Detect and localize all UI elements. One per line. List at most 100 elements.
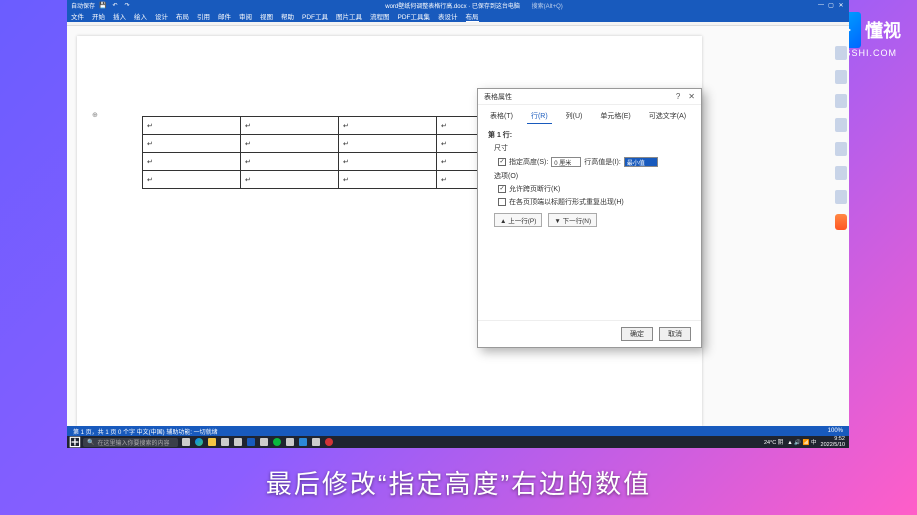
maximize-icon[interactable]: ▢ [827, 1, 835, 9]
specify-height-label: 指定高度(S): [509, 157, 548, 167]
dialog-help-icon[interactable]: ? [676, 92, 680, 101]
tab-pdf-tools[interactable]: PDF工具集 [398, 11, 431, 21]
side-panel-icon[interactable] [835, 46, 847, 60]
app-icon[interactable] [299, 438, 307, 446]
brand-name: 懂视 [865, 17, 901, 43]
dialog-close-icon[interactable]: ✕ [688, 92, 695, 101]
window-titlebar: 自动保存 💾 ↶ ↷ word壁纸何调整表格行高.docx · 已保存到这台电脑… [67, 0, 849, 10]
dialog-tab-cell[interactable]: 单元格(E) [596, 109, 634, 124]
table-row: ↵↵↵↵ [143, 117, 535, 135]
app-icon[interactable] [234, 438, 242, 446]
row-number-label: 第 1 行: [488, 130, 691, 140]
dialog-tab-alttext[interactable]: 可选文字(A) [645, 109, 690, 124]
explorer-icon[interactable] [208, 438, 216, 446]
document-title: word壁纸何调整表格行高.docx · 已保存到这台电脑 [385, 4, 520, 10]
repeat-header-label: 在各页顶端以标题行形式重复出现(H) [509, 197, 624, 207]
autosave-label: 自动保存 [71, 1, 95, 10]
dialog-titlebar: 表格属性 ? ✕ [478, 89, 701, 105]
height-type-label: 行高值是(I): [584, 157, 621, 167]
table-properties-dialog: 表格属性 ? ✕ 表格(T) 行(R) 列(U) 单元格(E) 可选文字(A) … [477, 88, 702, 348]
table-row: ↵↵↵↵ [143, 153, 535, 171]
dialog-footer: 确定 取消 [478, 320, 701, 347]
dialog-tab-column[interactable]: 列(U) [562, 109, 587, 124]
tab-flowchart[interactable]: 流程图 [370, 11, 390, 21]
tab-references[interactable]: 引用 [197, 11, 210, 21]
ribbon-tabs: 文件 开始 插入 绘入 设计 布局 引用 邮件 审阅 视图 帮助 PDF工具 图… [67, 10, 849, 22]
app-icon[interactable] [286, 438, 294, 446]
word-window: 自动保存 💾 ↶ ↷ word壁纸何调整表格行高.docx · 已保存到这台电脑… [67, 0, 849, 448]
tab-file[interactable]: 文件 [71, 11, 84, 21]
tab-draw[interactable]: 绘入 [134, 11, 147, 21]
zoom-level[interactable]: 100% [828, 428, 843, 434]
search-hint[interactable]: 搜索(Alt+Q) [532, 4, 563, 10]
status-left: 第 1 页，共 1 页 0 个字 中文(中国) 辅助功能: 一切就绪 [73, 427, 218, 436]
prev-row-button[interactable]: ▲ 上一行(P) [494, 213, 542, 227]
side-panel-icon[interactable] [835, 118, 847, 132]
size-label: 尺寸 [494, 143, 691, 153]
app-icon[interactable] [221, 438, 229, 446]
specify-height-checkbox[interactable]: ✓ [498, 158, 506, 166]
save-icon[interactable]: 💾 [99, 1, 107, 9]
edge-icon[interactable] [195, 438, 203, 446]
windows-taskbar: ⊞ 🔍 在这里输入你要搜索的内容 24°C 阴 ▲ 🔊 📶 中 9:52 202… [67, 436, 849, 448]
system-tray: 24°C 阴 ▲ 🔊 📶 中 9:52 2022/5/10 [764, 436, 845, 448]
search-placeholder: 在这里输入你要搜索的内容 [97, 438, 169, 447]
allow-break-label: 允许跨页断行(K) [509, 184, 560, 194]
tab-insert[interactable]: 插入 [113, 11, 126, 21]
side-panel-icon[interactable] [835, 94, 847, 108]
tab-layout[interactable]: 布局 [176, 11, 189, 21]
record-icon[interactable] [325, 438, 333, 446]
right-sidebar [833, 46, 849, 230]
taskbar-search[interactable]: 🔍 在这里输入你要搜索的内容 [83, 438, 178, 447]
tab-design[interactable]: 设计 [155, 11, 168, 21]
dialog-tab-row[interactable]: 行(R) [527, 109, 552, 124]
video-caption: 最后修改“指定高度”右边的数值 [0, 464, 917, 501]
side-panel-icon[interactable] [835, 190, 847, 204]
side-panel-icon[interactable] [835, 166, 847, 180]
side-panel-gift-icon[interactable] [835, 214, 847, 230]
wechat-icon[interactable] [273, 438, 281, 446]
tab-picture-tools[interactable]: 图片工具 [336, 11, 362, 21]
taskview-icon[interactable] [182, 438, 190, 446]
word-icon[interactable] [247, 438, 255, 446]
undo-icon[interactable]: ↶ [111, 1, 119, 9]
side-panel-icon[interactable] [835, 70, 847, 84]
status-bar: 第 1 页，共 1 页 0 个字 中文(中国) 辅助功能: 一切就绪 100% [67, 426, 849, 436]
taskbar-apps [182, 438, 333, 446]
tab-table-design[interactable]: 表设计 [438, 11, 458, 21]
next-row-button[interactable]: ▼ 下一行(N) [548, 213, 597, 227]
table-anchor-icon[interactable]: ⊕ [92, 111, 98, 119]
dialog-body: 第 1 行: 尺寸 ✓ 指定高度(S): 0 厘米 行高值是(I): 最小值 选… [478, 124, 701, 320]
allow-break-checkbox[interactable]: ✓ [498, 185, 506, 193]
redo-icon[interactable]: ↷ [123, 1, 131, 9]
side-panel-icon[interactable] [835, 142, 847, 156]
search-icon: 🔍 [87, 439, 94, 446]
document-area[interactable]: ⊕ ↵↵↵↵ ↵↵↵↵ ↵↵↵↵ ↵↵↵↵ 表格属性 ? ✕ 表格(T) 行(R… [67, 26, 849, 426]
app-icon[interactable] [312, 438, 320, 446]
dialog-tab-table[interactable]: 表格(T) [486, 109, 517, 124]
tab-pdf[interactable]: PDF工具 [302, 11, 328, 21]
dialog-title: 表格属性 [484, 92, 512, 102]
tab-view[interactable]: 视图 [260, 11, 273, 21]
tab-table-layout[interactable]: 布局 [466, 11, 479, 22]
options-label: 选项(O) [494, 171, 691, 181]
weather[interactable]: 24°C 阴 [764, 438, 783, 446]
table-row: ↵↵↵↵ [143, 135, 535, 153]
dialog-tabs: 表格(T) 行(R) 列(U) 单元格(E) 可选文字(A) [478, 105, 701, 124]
app-icon[interactable] [260, 438, 268, 446]
clock-date[interactable]: 2022/5/10 [821, 442, 845, 448]
repeat-header-checkbox[interactable] [498, 198, 506, 206]
tab-help[interactable]: 帮助 [281, 11, 294, 21]
table-row: ↵↵↵↵ [143, 171, 535, 189]
tab-mailings[interactable]: 邮件 [218, 11, 231, 21]
tab-review[interactable]: 审阅 [239, 11, 252, 21]
close-icon[interactable]: ✕ [837, 1, 845, 9]
tab-home[interactable]: 开始 [92, 11, 105, 21]
tray-icons[interactable]: ▲ 🔊 📶 中 [787, 438, 816, 446]
cancel-button[interactable]: 取消 [659, 327, 691, 341]
height-value-input[interactable]: 0 厘米 [551, 157, 581, 167]
height-type-dropdown[interactable]: 最小值 [624, 157, 658, 167]
ok-button[interactable]: 确定 [621, 327, 653, 341]
minimize-icon[interactable]: — [817, 1, 825, 9]
start-button[interactable]: ⊞ [71, 438, 79, 446]
